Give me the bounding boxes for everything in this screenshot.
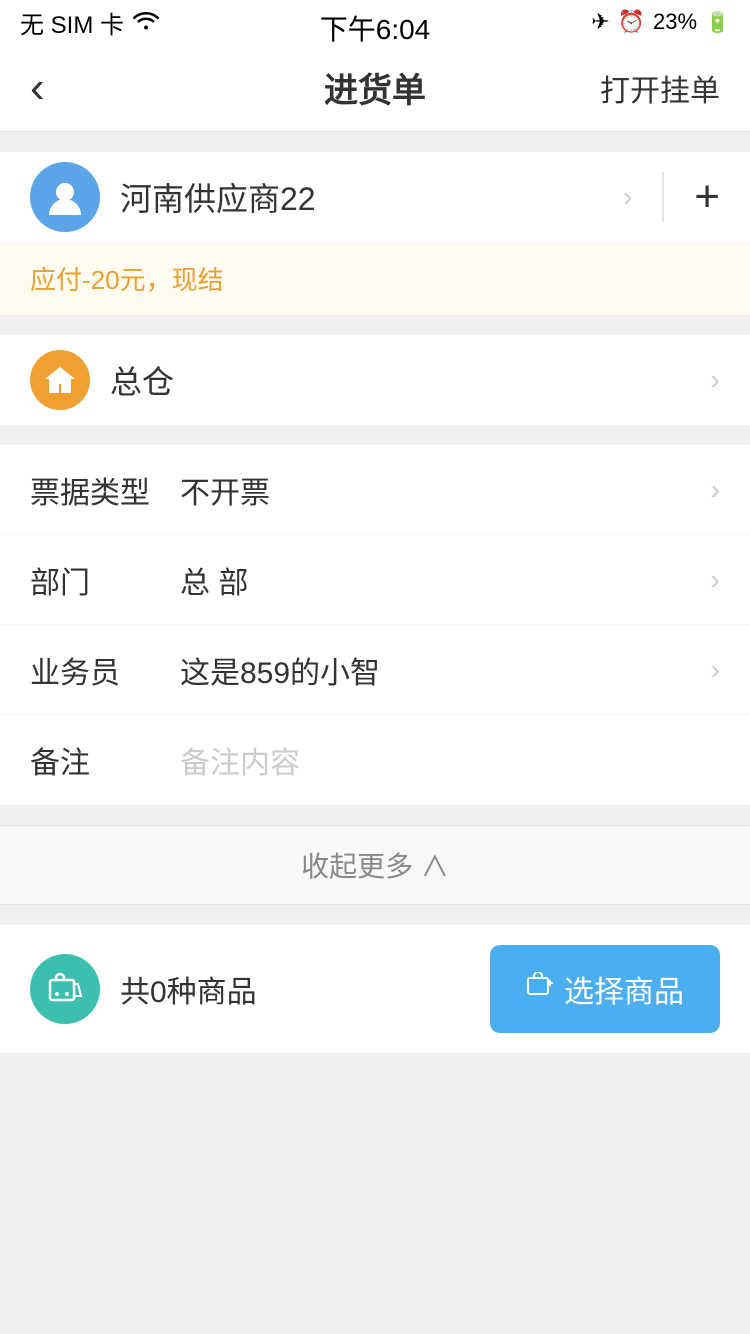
nav-bar: ‹ 进货单 打开挂单 xyxy=(0,44,750,132)
supplier-avatar xyxy=(30,162,100,232)
notice-bar: 应付-20元，现结 xyxy=(0,242,750,315)
wifi-icon xyxy=(132,8,160,37)
product-icon xyxy=(30,954,100,1024)
cart-icon xyxy=(46,970,84,1008)
department-value: 总 部 xyxy=(180,558,711,602)
alarm-icon: ⏰ xyxy=(618,9,645,35)
status-left: 无 SIM 卡 xyxy=(20,5,160,40)
product-count-label: 共0种商品 xyxy=(120,967,490,1011)
battery-text: 23% xyxy=(653,9,697,35)
notice-text: 应付-20元，现结 xyxy=(30,265,224,295)
salesperson-arrow-icon: › xyxy=(711,654,720,686)
gap1 xyxy=(0,132,750,152)
invoice-type-value: 不开票 xyxy=(180,468,711,512)
select-product-button[interactable]: 选择商品 xyxy=(490,945,720,1033)
remark-row[interactable]: 备注 备注内容 xyxy=(0,715,750,805)
collapse-label: 收起更多 ∧ xyxy=(301,845,449,885)
supplier-name: 河南供应商22 xyxy=(120,174,623,220)
bottom-bar: 共0种商品 选择商品 xyxy=(0,925,750,1053)
salesperson-row[interactable]: 业务员 这是859的小智 › xyxy=(0,625,750,715)
warehouse-arrow-icon: › xyxy=(711,364,720,396)
department-arrow-icon: › xyxy=(711,564,720,596)
invoice-type-label: 票据类型 xyxy=(30,468,160,512)
supplier-divider xyxy=(662,172,664,222)
salesperson-label: 业务员 xyxy=(30,648,160,692)
battery-icon: 🔋 xyxy=(705,10,730,35)
add-supplier-button[interactable]: + xyxy=(694,172,720,222)
warehouse-section[interactable]: 总仓 › xyxy=(0,335,750,425)
warehouse-icon xyxy=(30,350,90,410)
remark-input[interactable]: 备注内容 xyxy=(180,738,720,782)
status-right: ✈ ⏰ 23% 🔋 xyxy=(591,9,730,35)
salesperson-value: 这是859的小智 xyxy=(180,648,711,692)
user-icon xyxy=(45,177,85,217)
remark-label: 备注 xyxy=(30,738,160,782)
collapse-bar[interactable]: 收起更多 ∧ xyxy=(0,825,750,905)
supplier-section[interactable]: 河南供应商22 › + xyxy=(0,152,750,242)
invoice-type-row[interactable]: 票据类型 不开票 › xyxy=(0,445,750,535)
status-time: 下午6:04 xyxy=(320,8,431,48)
supplier-arrow-icon: › xyxy=(623,181,632,213)
carrier-text: 无 SIM 卡 xyxy=(20,5,124,40)
open-pending-button[interactable]: 打开挂单 xyxy=(600,66,720,110)
form-section: 票据类型 不开票 › 部门 总 部 › 业务员 这是859的小智 › 备注 备注… xyxy=(0,445,750,805)
status-bar: 无 SIM 卡 下午6:04 ✈ ⏰ 23% 🔋 xyxy=(0,0,750,44)
back-button[interactable]: ‹ xyxy=(30,63,45,113)
content: 河南供应商22 › + 应付-20元，现结 总仓 › 票据类型 不开票 › 部门… xyxy=(0,132,750,1053)
nav-title: 进货单 xyxy=(324,63,426,112)
select-product-icon xyxy=(526,972,554,1007)
invoice-type-arrow-icon: › xyxy=(711,474,720,506)
location-icon: ✈ xyxy=(591,9,609,35)
select-product-label: 选择商品 xyxy=(564,967,684,1011)
home-icon xyxy=(43,363,77,397)
department-row[interactable]: 部门 总 部 › xyxy=(0,535,750,625)
warehouse-name: 总仓 xyxy=(110,357,711,403)
department-label: 部门 xyxy=(30,558,160,602)
